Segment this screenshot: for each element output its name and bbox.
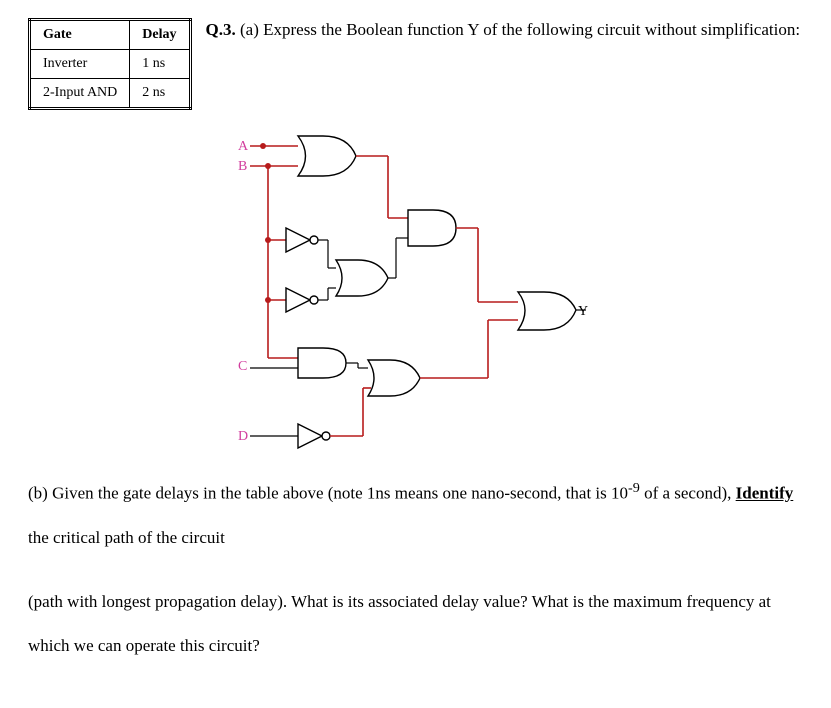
input-a-label: A (238, 139, 249, 154)
inverter-icon (286, 288, 310, 312)
table-header-row: Gate Delay (30, 20, 191, 50)
input-d-label: D (238, 429, 248, 444)
inverter-icon (286, 228, 310, 252)
and-gate-icon (408, 210, 456, 246)
pb2: of a second), (640, 484, 736, 503)
td-delay: 1 ns (130, 50, 190, 79)
and-gate-icon (298, 348, 346, 378)
pb1: (b) Given the gate delays in the table a… (28, 484, 628, 503)
input-b-label: B (238, 159, 247, 174)
td-gate: 2-Input AND (30, 79, 130, 109)
pb-exp: -9 (628, 480, 640, 496)
or-gate-icon (336, 260, 388, 296)
or-gate-icon (298, 136, 356, 176)
td-delay: 2 ns (130, 79, 190, 109)
pb3: the critical path of the circuit (28, 528, 225, 547)
part-b-line1: (b) Given the gate delays in the table a… (28, 470, 803, 560)
output-y-label: Y (578, 304, 588, 319)
th-gate: Gate (30, 20, 130, 50)
table-row: Inverter 1 ns (30, 50, 191, 79)
table-row: 2-Input AND 2 ns (30, 79, 191, 109)
circuit-diagram: A B C D Y (228, 120, 608, 450)
inverter-icon (298, 424, 322, 448)
or-gate-icon (518, 292, 576, 330)
input-c-label: C (238, 359, 247, 374)
gate-delay-table: Gate Delay Inverter 1 ns 2-Input AND 2 n… (28, 18, 192, 110)
or-gate-icon (368, 360, 420, 396)
part-a-text: (a) Express the Boolean function Y of th… (240, 20, 800, 39)
question-heading: Q.3. (a) Express the Boolean function Y … (206, 18, 804, 40)
th-delay: Delay (130, 20, 190, 50)
td-gate: Inverter (30, 50, 130, 79)
part-b-line2: (path with longest propagation delay). W… (28, 580, 803, 668)
identify-word: Identify (736, 484, 794, 503)
question-label: Q.3. (206, 20, 236, 39)
